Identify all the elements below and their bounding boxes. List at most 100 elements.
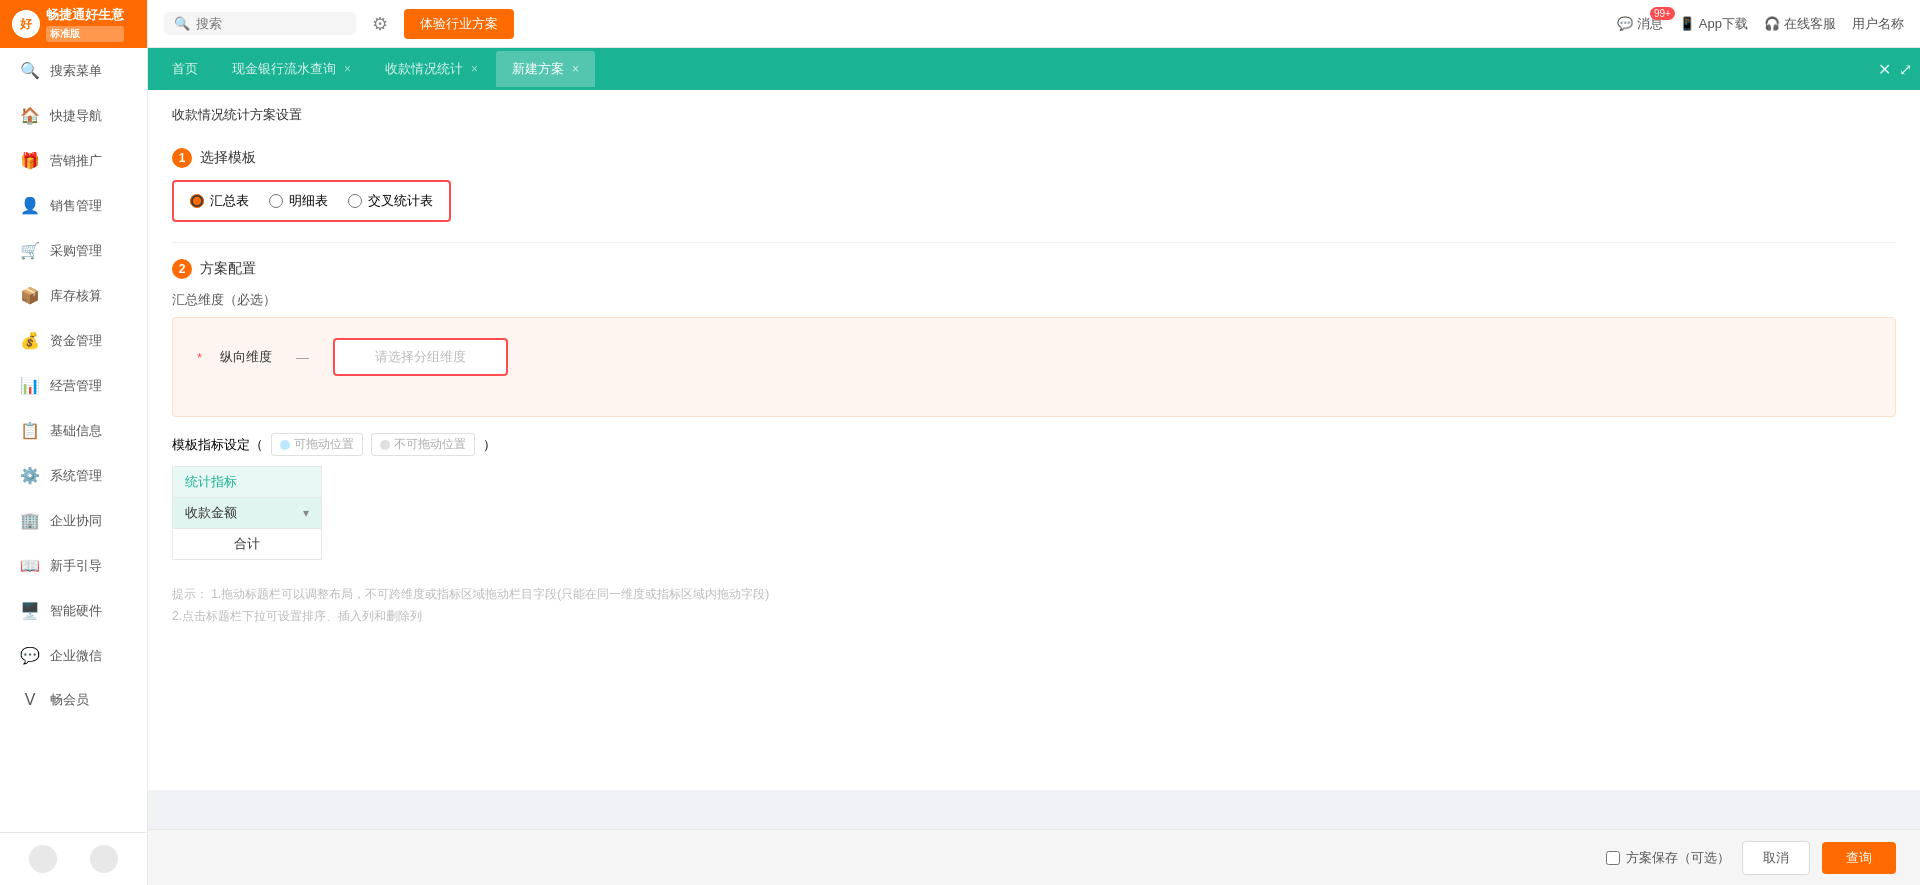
metrics-header: 统计指标: [173, 467, 321, 498]
cart-icon: 🛒: [20, 241, 40, 260]
sidebar: 好 畅捷通好生意 标准版 🔍 搜索菜单 🏠 快捷导航 🎁 营销推广 👤 销售管理…: [0, 0, 148, 885]
message-icon: 💬: [1617, 16, 1633, 31]
logo-text: 畅捷通好生意: [46, 6, 124, 24]
tips-section: 提示： 1.拖动标题栏可以调整布局，不可跨维度或指标区域拖动栏目字段(只能在同一…: [172, 584, 1896, 627]
sidebar-item-search-menu[interactable]: 🔍 搜索菜单: [0, 48, 147, 93]
tab-receipt-stats-label: 收款情况统计: [385, 60, 463, 78]
close-icon[interactable]: ×: [344, 62, 351, 76]
close-icon[interactable]: ×: [572, 62, 579, 76]
arrow-icon: —: [296, 350, 309, 365]
tab-new-plan-label: 新建方案: [512, 60, 564, 78]
sidebar-avatar-1: [29, 845, 57, 873]
sidebar-item-member[interactable]: V 畅会员: [0, 678, 147, 722]
sidebar-item-operations[interactable]: 📊 经营管理: [0, 363, 147, 408]
maximize-window-button[interactable]: ⤢: [1899, 60, 1912, 79]
crown-icon: V: [20, 691, 40, 709]
metrics-label-suffix: ）: [483, 436, 496, 454]
sidebar-item-label: 智能硬件: [50, 602, 102, 620]
monitor-icon: 🖥️: [20, 601, 40, 620]
sidebar-item-label: 畅会员: [50, 691, 89, 709]
radio-detail-input[interactable]: [269, 194, 283, 208]
sidebar-item-label: 经营管理: [50, 377, 102, 395]
close-icon[interactable]: ×: [471, 62, 478, 76]
sidebar-item-basic-info[interactable]: 📋 基础信息: [0, 408, 147, 453]
sidebar-item-label: 搜索菜单: [50, 62, 102, 80]
save-checkbox[interactable]: [1606, 851, 1620, 865]
radio-summary-input[interactable]: [190, 194, 204, 208]
radio-summary[interactable]: 汇总表: [190, 192, 249, 210]
dimension-row: * 纵向维度 — 请选择分组维度: [197, 338, 1871, 376]
cancel-button[interactable]: 取消: [1742, 841, 1810, 875]
radio-detail[interactable]: 明细表: [269, 192, 328, 210]
phone-icon: 📱: [1679, 16, 1695, 31]
metrics-table: 统计指标 收款金额 ▾ 合计: [172, 466, 322, 560]
metrics-label: 模板指标设定（: [172, 436, 263, 454]
radio-cross[interactable]: 交叉统计表: [348, 192, 433, 210]
metrics-section: 模板指标设定（ 可拖动位置 不可拖动位置 ） 统计指标: [172, 433, 1896, 560]
main-content: 收款情况统计方案设置 1 选择模板 汇总表 明细表 交叉统计表: [148, 90, 1920, 885]
box-icon: 📦: [20, 286, 40, 305]
online-service-button[interactable]: 🎧 在线客服: [1764, 15, 1836, 33]
gift-icon: 🎁: [20, 151, 40, 170]
sidebar-item-inventory[interactable]: 📦 库存核算: [0, 273, 147, 318]
close-window-button[interactable]: ✕: [1878, 60, 1891, 79]
tips-label: 提示：: [172, 587, 208, 601]
tab-new-plan[interactable]: 新建方案 ×: [496, 51, 595, 87]
sidebar-item-smart-hw[interactable]: 🖥️ 智能硬件: [0, 588, 147, 633]
step1-title: 选择模板: [200, 149, 256, 167]
tab-receipt-stats[interactable]: 收款情况统计 ×: [369, 51, 494, 87]
sidebar-item-finance[interactable]: 💰 资金管理: [0, 318, 147, 363]
page-title: 收款情况统计方案设置: [172, 106, 1896, 132]
step2-section: 2 方案配置 汇总维度（必选） * 纵向维度 — 请选择分组维度: [172, 259, 1896, 627]
draggable-badge: 可拖动位置: [271, 433, 363, 456]
user-name: 用户名称: [1852, 16, 1904, 31]
message-button[interactable]: 💬 消息 99+: [1617, 15, 1663, 33]
headset-icon: 🎧: [1764, 16, 1780, 31]
dimension-label: 汇总维度（必选）: [172, 291, 1896, 309]
no-drag-label: 不可拖动位置: [394, 436, 466, 453]
radio-detail-label: 明细表: [289, 192, 328, 210]
template-options: 汇总表 明细表 交叉统计表: [172, 180, 451, 222]
sidebar-item-wechat[interactable]: 💬 企业微信: [0, 633, 147, 678]
message-badge: 99+: [1650, 7, 1675, 20]
settings-icon[interactable]: ⚙: [372, 13, 388, 35]
page-body: 收款情况统计方案设置 1 选择模板 汇总表 明细表 交叉统计表: [148, 90, 1920, 790]
metrics-cell-amount[interactable]: 收款金额 ▾: [173, 498, 321, 529]
sidebar-item-label: 资金管理: [50, 332, 102, 350]
sidebar-item-enterprise[interactable]: 🏢 企业协同: [0, 498, 147, 543]
sidebar-item-quick-nav[interactable]: 🏠 快捷导航: [0, 93, 147, 138]
save-option: 方案保存（可选）: [1606, 849, 1730, 867]
step2-number: 2: [172, 259, 192, 279]
sidebar-logo: 好 畅捷通好生意 标准版: [0, 0, 147, 48]
radio-summary-label: 汇总表: [210, 192, 249, 210]
drag-label: 可拖动位置: [294, 436, 354, 453]
sidebar-item-guide[interactable]: 📖 新手引导: [0, 543, 147, 588]
sidebar-item-sales[interactable]: 👤 销售管理: [0, 183, 147, 228]
radio-cross-input[interactable]: [348, 194, 362, 208]
sidebar-item-label: 企业协同: [50, 512, 102, 530]
query-button[interactable]: 查询: [1822, 842, 1896, 874]
sidebar-item-label: 采购管理: [50, 242, 102, 260]
home-icon: 🏠: [20, 106, 40, 125]
user-menu[interactable]: 用户名称: [1852, 15, 1904, 33]
trial-button[interactable]: 体验行业方案: [404, 9, 514, 39]
building-icon: 🏢: [20, 511, 40, 530]
row-dimension-label: 纵向维度: [220, 348, 272, 366]
tip2-row: 2.点击标题栏下拉可设置排序、插入列和删除列: [172, 606, 1896, 628]
sidebar-item-sys-mgmt[interactable]: ⚙️ 系统管理: [0, 453, 147, 498]
sidebar-item-marketing[interactable]: 🎁 营销推广: [0, 138, 147, 183]
tab-home[interactable]: 首页: [156, 51, 214, 87]
sidebar-item-label: 企业微信: [50, 647, 102, 665]
clipboard-icon: 📋: [20, 421, 40, 440]
search-icon: 🔍: [20, 61, 40, 80]
no-drag-dot: [380, 440, 390, 450]
group-dimension-selector[interactable]: 请选择分组维度: [333, 338, 508, 376]
sidebar-avatar-2: [90, 845, 118, 873]
header-search[interactable]: 🔍: [164, 12, 356, 35]
sidebar-item-purchase[interactable]: 🛒 采购管理: [0, 228, 147, 273]
drag-dot: [280, 440, 290, 450]
footer: 方案保存（可选） 取消 查询: [148, 829, 1920, 885]
tab-bank-flow[interactable]: 现金银行流水查询 ×: [216, 51, 367, 87]
search-input[interactable]: [196, 16, 346, 31]
app-download-button[interactable]: 📱 App下载: [1679, 15, 1748, 33]
